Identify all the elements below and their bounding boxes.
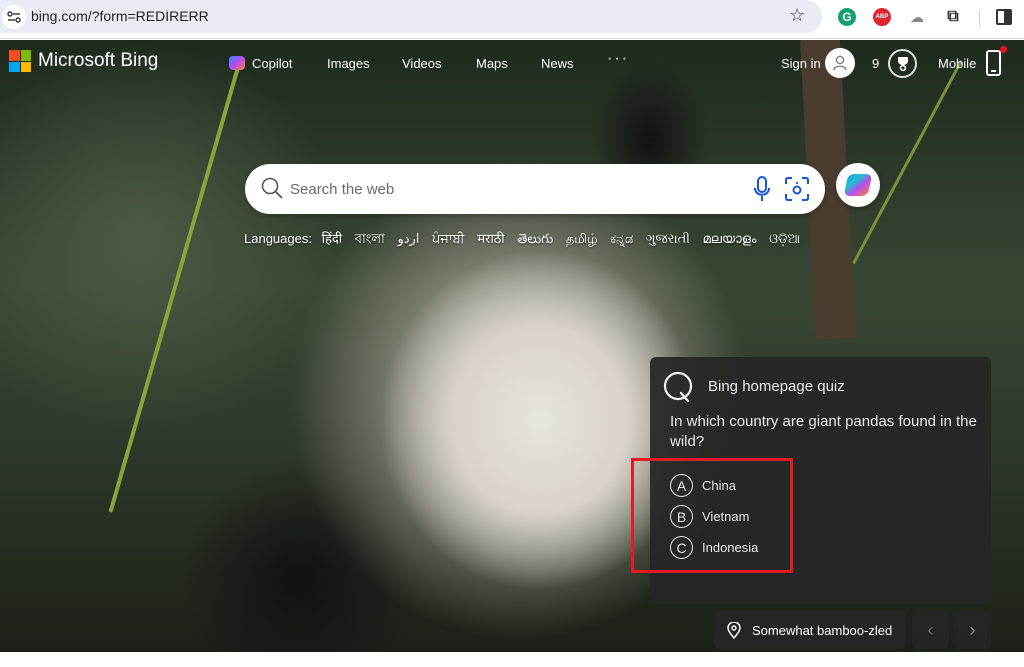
bing-homepage: Microsoft Bing Copilot Images Videos Map… [0,40,1024,652]
search-input[interactable] [290,177,730,201]
language-link[interactable]: తెలుగు [517,231,553,246]
brand-name[interactable]: Microsoft Bing [38,50,158,72]
language-link[interactable]: ગુજરાતી [646,231,690,246]
nav-news[interactable]: News [541,56,574,71]
mobile-link[interactable]: Mobile [938,56,976,71]
quiz-question: In which country are giant pandas found … [670,413,977,450]
url-text[interactable]: bing.com/?form=REDIRERR [31,8,209,24]
language-link[interactable]: ਪੰਜਾਬੀ [432,231,465,246]
visual-search-icon[interactable] [785,177,809,201]
grammarly-extension-icon[interactable]: G [838,8,856,26]
location-pin-icon [727,621,741,639]
background-bamboo-stalk [852,60,963,265]
copilot-icon [843,174,873,196]
language-link[interactable]: ଓଡ଼ିଆ [769,231,800,246]
microsoft-logo[interactable] [9,50,31,72]
microphone-icon[interactable] [753,176,771,202]
side-panel-icon[interactable] [996,9,1012,25]
adblock-extension-icon[interactable]: ABP [873,8,891,26]
previous-image-button[interactable]: ‹ [912,611,949,649]
language-link[interactable]: മലയാളം [703,231,757,246]
rewards-points[interactable]: 9 [872,56,879,71]
logo-square-green [20,50,31,61]
image-title: Somewhat bamboo-zled [752,622,893,638]
quiz-q-icon [663,371,693,403]
nav-images[interactable]: Images [327,56,370,71]
browser-toolbar: bing.com/?form=REDIRERR ☆ G ABP ☁ ⧉ [0,0,1024,39]
mobile-phone-icon[interactable] [986,50,1001,76]
notification-dot [1000,46,1007,53]
copilot-button[interactable] [836,163,880,207]
language-link[interactable]: ಕನ್ನಡ [610,231,633,246]
user-avatar-icon[interactable] [825,48,855,78]
language-link[interactable]: বাংলা [355,231,385,246]
image-location-button[interactable]: Somewhat bamboo-zled [714,611,906,649]
nav-videos[interactable]: Videos [402,56,442,71]
site-info-icon[interactable] [2,5,26,29]
language-link[interactable]: हिंदी [322,231,343,246]
language-link[interactable]: தமிழ் [566,231,598,246]
rewards-trophy-icon[interactable] [888,49,917,78]
logo-square-blue [9,61,20,72]
bookmark-star-icon[interactable]: ☆ [789,5,805,26]
logo-square-red [9,50,20,61]
language-link[interactable]: मराठी [477,231,504,246]
copilot-nav-icon [229,56,245,70]
more-menu-icon[interactable]: ··· [607,50,629,68]
extensions-puzzle-icon[interactable]: ⧉ [944,8,962,26]
cloud-extension-icon[interactable]: ☁ [908,8,926,26]
search-box[interactable] [245,164,825,214]
language-link[interactable]: اردو [397,231,419,246]
languages-label: Languages: [244,231,312,246]
sign-in-link[interactable]: Sign in [781,56,821,71]
toolbar-divider [979,10,980,26]
next-image-button[interactable]: › [954,611,991,649]
logo-square-yellow [20,61,31,72]
quiz-title[interactable]: Bing homepage quiz [708,378,845,395]
annotation-highlight-box [631,458,793,573]
background-bamboo-stalk [108,60,242,513]
address-bar[interactable]: bing.com/?form=REDIRERR ☆ [0,0,822,33]
languages-bar: Languages: हिंदी বাংলা اردو ਪੰਜਾਬੀ मराठी… [244,229,809,251]
nav-maps[interactable]: Maps [476,56,508,71]
nav-copilot[interactable]: Copilot [252,56,292,71]
search-icon[interactable] [261,177,283,199]
